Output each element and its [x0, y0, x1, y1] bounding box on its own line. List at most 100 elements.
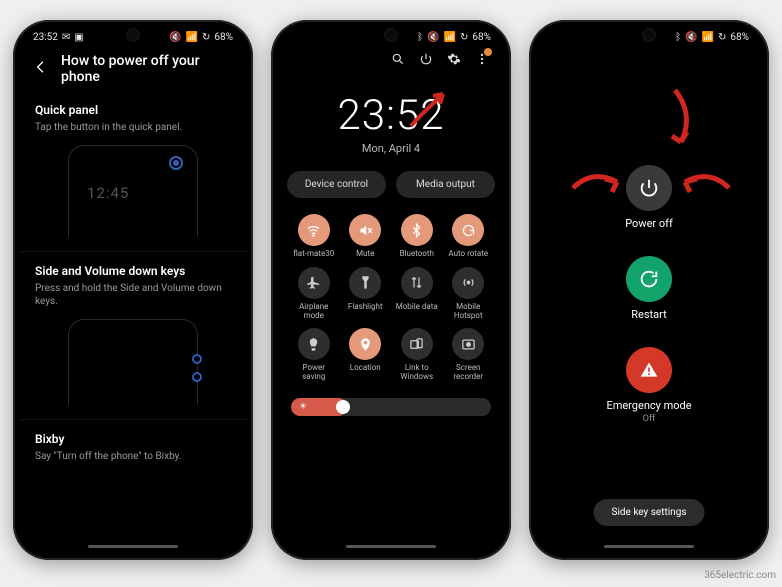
tile-label: Mute — [343, 250, 389, 259]
bluetooth-icon — [401, 214, 433, 246]
page-title: How to power off your phone — [61, 53, 233, 85]
clock-date: Mon, April 4 — [277, 142, 505, 155]
tile-label: flat-mate30 — [291, 250, 337, 259]
side-keys-illustration — [68, 319, 198, 405]
quick-tiles-grid: flat-mate30 Mute Bluetooth Auto rotate Airpl… — [277, 208, 505, 388]
tile-label: Screen recorder — [446, 364, 492, 382]
power-off-button[interactable]: Power off — [625, 165, 673, 230]
section-bixby: Bixby Say "Turn off the phone" to Bixby. — [19, 422, 247, 476]
notification-dot — [484, 48, 492, 56]
mute-icon: 🔇 — [169, 32, 181, 43]
flashlight-icon — [349, 267, 381, 299]
tile-mute[interactable]: Mute — [343, 214, 389, 259]
tile-location[interactable]: Location — [343, 328, 389, 382]
watermark: 365electric.com — [704, 570, 776, 581]
back-icon[interactable] — [33, 59, 49, 79]
section-heading: Bixby — [35, 432, 231, 446]
device-control-chip[interactable]: Device control — [287, 171, 386, 198]
emergency-mode-button[interactable]: Emergency mode Off — [606, 347, 691, 424]
tile-rotate[interactable]: Auto rotate — [446, 214, 492, 259]
link-icon — [401, 328, 433, 360]
screenrec-icon — [452, 328, 484, 360]
tile-label: Power saving — [291, 364, 337, 382]
gesture-bar[interactable] — [88, 545, 178, 548]
volume-key-highlight — [192, 354, 202, 364]
status-time: 23:52 — [33, 32, 58, 43]
hotspot-icon — [452, 267, 484, 299]
location-icon — [349, 328, 381, 360]
tile-label: Auto rotate — [446, 250, 492, 259]
front-camera — [386, 30, 396, 40]
tile-bluetooth[interactable]: Bluetooth — [394, 214, 440, 259]
side-key-highlight — [192, 372, 202, 382]
bluetooth-icon: ᛒ — [417, 32, 423, 43]
mock-clock: 12:45 — [87, 184, 129, 202]
mute-icon: 🔇 — [685, 32, 697, 43]
clock-time: 23:52 — [277, 91, 505, 140]
search-icon[interactable] — [391, 51, 405, 65]
divider — [19, 419, 247, 420]
emergency-label: Emergency mode — [606, 399, 691, 412]
gear-icon[interactable] — [447, 51, 461, 65]
power-icon[interactable] — [419, 51, 433, 65]
power-icon-highlight — [169, 156, 183, 170]
tile-wifi[interactable]: flat-mate30 — [291, 214, 337, 259]
gesture-bar[interactable] — [346, 545, 436, 548]
mobiledata-icon — [401, 267, 433, 299]
tile-link[interactable]: Link to Windows — [394, 328, 440, 382]
sun-icon: ☀ — [299, 402, 307, 412]
front-camera — [644, 30, 654, 40]
section-body: Press and hold the Side and Volume down … — [35, 282, 231, 309]
wifi-icon: 📶 — [444, 32, 456, 43]
section-side-keys: Side and Volume down keys Press and hold… — [19, 254, 247, 417]
side-key-settings-button[interactable]: Side key settings — [594, 499, 705, 526]
front-camera — [128, 30, 138, 40]
battery-text: 68% — [214, 32, 233, 43]
brightness-slider[interactable]: ☀ — [291, 398, 491, 416]
tile-label: Mobile Hotspot — [446, 303, 492, 321]
tile-label: Bluetooth — [394, 250, 440, 259]
airplane-icon — [298, 267, 330, 299]
section-heading: Quick panel — [35, 103, 231, 117]
mute-icon — [349, 214, 381, 246]
tile-flashlight[interactable]: Flashlight — [343, 267, 389, 321]
media-output-chip[interactable]: Media output — [396, 171, 495, 198]
mute-icon: 🔇 — [427, 32, 439, 43]
phone-1: 23:52 ✉ ▣ 🔇 📶 ↻ 68% How to power off you… — [13, 20, 253, 560]
more-icon[interactable] — [475, 51, 489, 65]
tile-label: Link to Windows — [394, 364, 440, 382]
powersave-icon — [298, 328, 330, 360]
slider-thumb[interactable] — [336, 400, 350, 414]
tile-screenrec[interactable]: Screen recorder — [446, 328, 492, 382]
lockscreen-clock: 23:52 Mon, April 4 — [277, 91, 505, 155]
tile-label: Mobile data — [394, 303, 440, 312]
tile-hotspot[interactable]: Mobile Hotspot — [446, 267, 492, 321]
tile-label: Flashlight — [343, 303, 389, 312]
tile-powersave[interactable]: Power saving — [291, 328, 337, 382]
tile-mobiledata[interactable]: Mobile data — [394, 267, 440, 321]
bluetooth-icon: ᛒ — [675, 32, 681, 43]
wifi-icon — [298, 214, 330, 246]
phone-3: ᛒ 🔇 📶 ↻ 68% — [529, 20, 769, 560]
battery-text: 68% — [730, 32, 749, 43]
annotation-arrow-icon — [659, 84, 701, 154]
tile-airplane[interactable]: Airplane mode — [291, 267, 337, 321]
cloud-icon: ▣ — [74, 32, 83, 43]
section-body: Tap the button in the quick panel. — [35, 121, 231, 135]
gesture-bar[interactable] — [604, 545, 694, 548]
restart-button[interactable]: Restart — [626, 256, 672, 321]
divider — [19, 251, 247, 252]
mail-icon: ✉ — [62, 32, 70, 43]
section-body: Say "Turn off the phone" to Bixby. — [35, 450, 231, 464]
rotate-icon: ↻ — [202, 32, 210, 43]
emergency-sub: Off — [606, 414, 691, 424]
section-heading: Side and Volume down keys — [35, 264, 231, 278]
power-off-label: Power off — [625, 217, 673, 230]
battery-text: 68% — [472, 32, 491, 43]
wifi-icon: 📶 — [702, 32, 714, 43]
rotate-icon: ↻ — [460, 32, 468, 43]
tile-label: Airplane mode — [291, 303, 337, 321]
rotate-icon — [452, 214, 484, 246]
section-quick-panel: Quick panel Tap the button in the quick … — [19, 93, 247, 249]
restart-label: Restart — [626, 308, 672, 321]
